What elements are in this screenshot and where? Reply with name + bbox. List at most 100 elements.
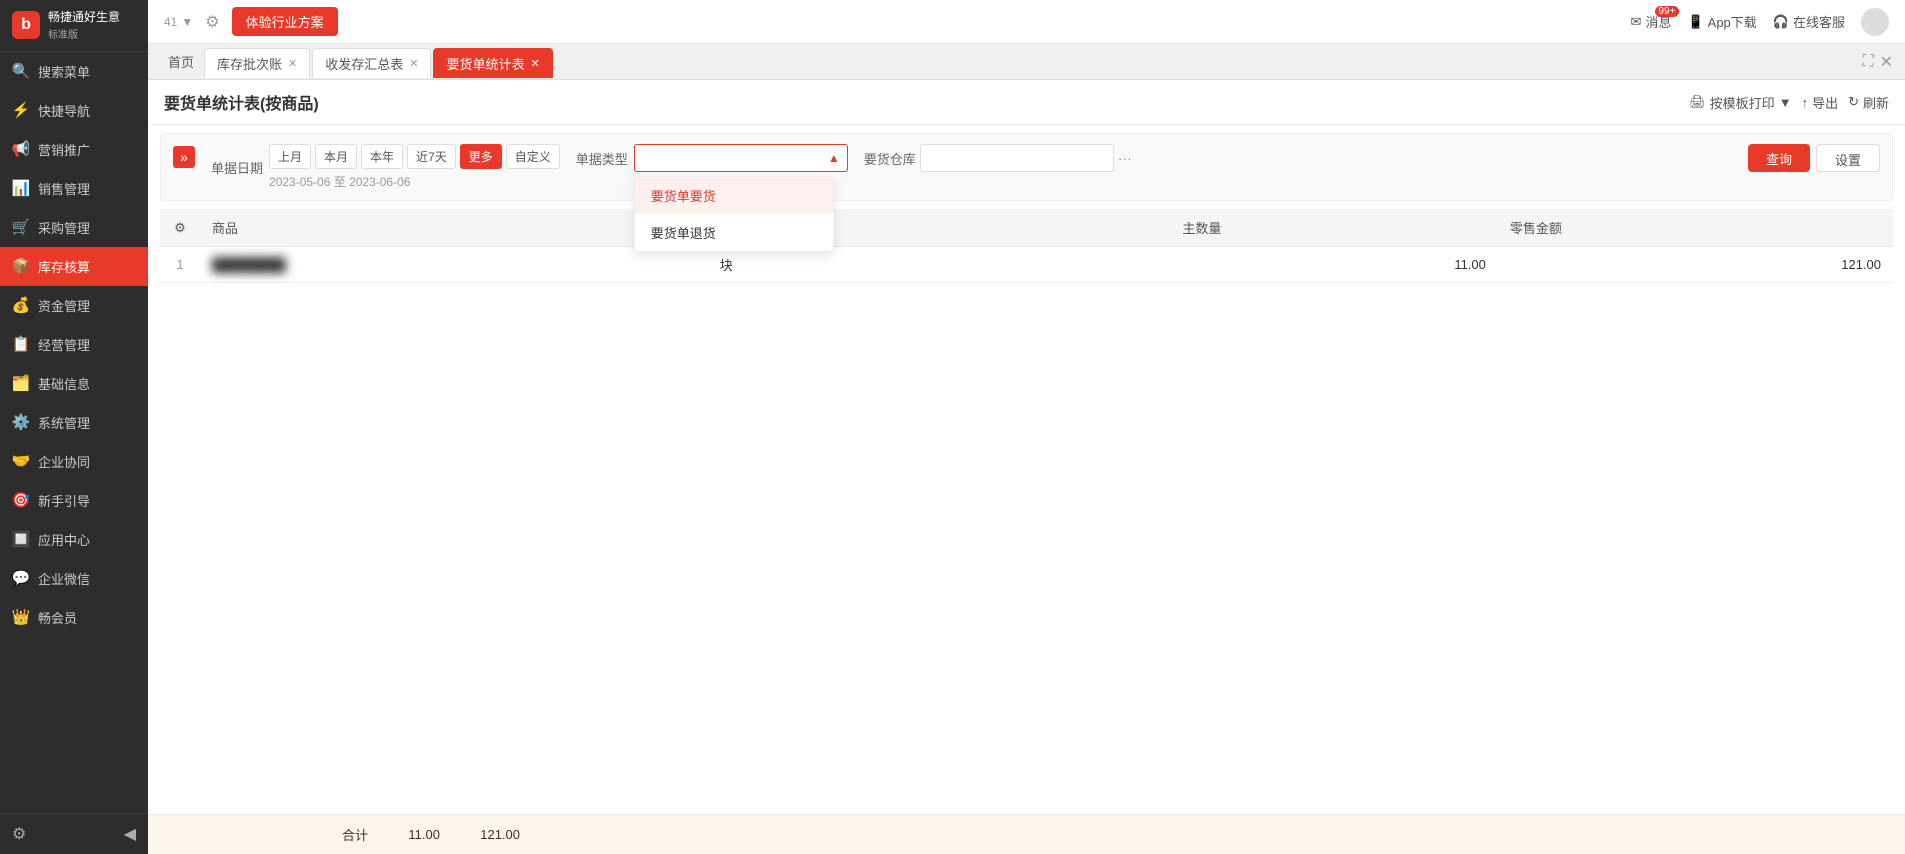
- sidebar-item-base[interactable]: 🗂️ 基础信息: [0, 364, 148, 403]
- chevron-down-icon[interactable]: ▼: [181, 15, 193, 29]
- sidebar-item-wechat[interactable]: 💬 企业微信: [0, 559, 148, 598]
- query-button[interactable]: 查询: [1748, 144, 1810, 172]
- app-download-btn[interactable]: 📱 App下载: [1687, 12, 1756, 31]
- footer-amount: 121.00: [460, 827, 540, 842]
- sidebar-item-sales[interactable]: 📊 销售管理: [0, 169, 148, 208]
- cell-amount: 121.00: [1498, 247, 1893, 283]
- col-quantity: 主数量: [1170, 209, 1498, 247]
- dropdown-item-requisition[interactable]: 要货单要货: [635, 177, 833, 214]
- sidebar-label-inventory: 库存核算: [38, 257, 90, 276]
- collapse-icon[interactable]: ◀: [124, 824, 136, 844]
- page-actions: 🖨 按模板打印 ▼ ↑ 导出 ↻ 刷新: [1689, 93, 1889, 112]
- close-tab-inventory-batch[interactable]: ✕: [288, 57, 297, 70]
- sidebar-item-member[interactable]: 👑 畅会员: [0, 598, 148, 637]
- sidebar-item-inventory[interactable]: 📦 库存核算: [0, 247, 148, 286]
- print-button[interactable]: 🖨 按模板打印 ▼: [1689, 93, 1791, 112]
- setting-button[interactable]: 设置: [1816, 144, 1880, 172]
- apps-icon: 🔲: [12, 530, 30, 548]
- date-btn-this-year[interactable]: 本年: [361, 144, 403, 169]
- tab-shipment-summary[interactable]: 收发存汇总表 ✕: [312, 48, 431, 78]
- tabs-right: ⛶ ✕: [1862, 52, 1893, 72]
- sidebar-item-operations[interactable]: 📋 经营管理: [0, 325, 148, 364]
- sidebar-item-enterprise[interactable]: 🤝 企业协同: [0, 442, 148, 481]
- refresh-label: 刷新: [1863, 93, 1889, 112]
- app-logo: b 畅捷通好生意 标准版: [0, 0, 148, 52]
- date-btn-custom[interactable]: 自定义: [506, 144, 560, 169]
- download-icon: 📱: [1687, 14, 1703, 30]
- base-icon: 🗂️: [12, 374, 30, 392]
- messages-badge: 99+: [1655, 6, 1680, 17]
- header-right: ✉ 消息 99+ 📱 App下载 🎧 在线客服: [1631, 8, 1889, 36]
- page-title: 要货单统计表(按商品): [164, 90, 319, 114]
- user-avatar[interactable]: [1861, 8, 1889, 36]
- filter-date-group: 单据日期 上月 本月 本年 近7天 更多 自定义 2023-05-06 至 20…: [211, 144, 560, 190]
- warehouse-filter-label: 要货仓库: [864, 149, 916, 168]
- table-head: ⚙ 商品 主计量单位 主数量 零售金额: [160, 209, 1893, 247]
- shortcut-icon: ⚡: [12, 101, 30, 119]
- sidebar-item-search[interactable]: 🔍 搜索菜单: [0, 52, 148, 91]
- refresh-button[interactable]: ↻ 刷新: [1848, 93, 1889, 112]
- refresh-icon: ↻: [1848, 94, 1859, 110]
- trial-button[interactable]: 体验行业方案: [232, 7, 338, 36]
- warehouse-input[interactable]: [920, 144, 1114, 172]
- sidebar-label-sales: 销售管理: [38, 179, 90, 198]
- sidebar-item-apps[interactable]: 🔲 应用中心: [0, 520, 148, 559]
- date-filter-label: 单据日期: [211, 158, 263, 177]
- app-sub: 标准版: [48, 26, 120, 41]
- filter-actions: 查询 设置: [1748, 144, 1880, 172]
- sidebar-item-guide[interactable]: 🎯 新手引导: [0, 481, 148, 520]
- tab-close-all-icon[interactable]: ✕: [1880, 52, 1893, 72]
- tab-expand-icon[interactable]: ⛶: [1862, 53, 1873, 71]
- warehouse-more-icon[interactable]: ···: [1118, 150, 1132, 166]
- table-footer: 合计 11.00 121.00: [148, 814, 1905, 854]
- table-row: 1 ████████ 块 11.00 121.00: [160, 247, 1893, 283]
- sidebar-label-finance: 资金管理: [38, 296, 90, 315]
- close-tab-shipment-summary[interactable]: ✕: [409, 57, 418, 70]
- app-name: 畅捷通好生意: [48, 10, 120, 26]
- footer-quantity: 11.00: [380, 827, 460, 842]
- sidebar-item-purchase[interactable]: 🛒 采购管理: [0, 208, 148, 247]
- close-tab-requisition-stats[interactable]: ✕: [531, 57, 540, 70]
- page-header: 要货单统计表(按商品) 🖨 按模板打印 ▼ ↑ 导出 ↻ 刷新: [148, 80, 1905, 125]
- cell-quantity: 11.00: [1170, 247, 1498, 283]
- sidebar-item-system[interactable]: ⚙️ 系统管理: [0, 403, 148, 442]
- date-buttons: 上月 本月 本年 近7天 更多 自定义: [269, 144, 560, 169]
- col-settings[interactable]: ⚙: [160, 209, 200, 247]
- filter-toggle-btn[interactable]: »: [173, 146, 195, 168]
- sidebar-label-member: 畅会员: [38, 608, 77, 627]
- tab-home[interactable]: 首页: [160, 52, 202, 71]
- messages-btn[interactable]: ✉ 消息 99+: [1631, 12, 1672, 31]
- sidebar-label-marketing: 营销推广: [38, 140, 90, 159]
- date-btn-7days[interactable]: 近7天: [407, 144, 456, 169]
- date-btn-more[interactable]: 更多: [460, 144, 502, 169]
- inventory-icon: 📦: [12, 257, 30, 275]
- online-service-btn[interactable]: 🎧 在线客服: [1773, 12, 1845, 31]
- export-button[interactable]: ↑ 导出: [1802, 93, 1839, 112]
- sidebar-label-base: 基础信息: [38, 374, 90, 393]
- cell-product: ████████: [200, 247, 708, 283]
- dropdown-item-return[interactable]: 要货单退货: [635, 214, 833, 251]
- tab-inventory-batch[interactable]: 库存批次账 ✕: [204, 48, 310, 78]
- print-icon: 🖨: [1689, 94, 1706, 110]
- service-icon: 🎧: [1773, 14, 1789, 30]
- sidebar-item-finance[interactable]: 💰 资金管理: [0, 286, 148, 325]
- date-btn-last-month[interactable]: 上月: [269, 144, 311, 169]
- tab-label-inventory-batch: 库存批次账: [217, 54, 282, 73]
- type-select-input[interactable]: [634, 144, 848, 172]
- sidebar-item-shortcut[interactable]: ⚡ 快捷导航: [0, 91, 148, 130]
- tab-label-requisition-stats: 要货单统计表: [446, 54, 524, 73]
- date-btn-this-month[interactable]: 本月: [315, 144, 357, 169]
- version-num: 41: [164, 15, 177, 29]
- sidebar-label-system: 系统管理: [38, 413, 90, 432]
- tabs-bar: 首页 库存批次账 ✕ 收发存汇总表 ✕ 要货单统计表 ✕ ⛶ ✕: [148, 44, 1905, 80]
- type-dropdown: 要货单要货 要货单退货: [634, 176, 834, 252]
- date-range-text: 2023-05-06 至 2023-06-06: [269, 173, 560, 190]
- page-content: 要货单统计表(按商品) 🖨 按模板打印 ▼ ↑ 导出 ↻ 刷新 »: [148, 80, 1905, 854]
- sidebar-label-apps: 应用中心: [38, 530, 90, 549]
- gear-icon[interactable]: ⚙: [205, 12, 219, 32]
- tab-requisition-stats[interactable]: 要货单统计表 ✕: [433, 48, 552, 78]
- settings-icon[interactable]: ⚙: [12, 824, 26, 844]
- sidebar-nav: 🔍 搜索菜单 ⚡ 快捷导航 📢 营销推广 📊 销售管理 🛒 采购管理 📦 库存核…: [0, 52, 148, 813]
- finance-icon: 💰: [12, 296, 30, 314]
- sidebar-item-marketing[interactable]: 📢 营销推广: [0, 130, 148, 169]
